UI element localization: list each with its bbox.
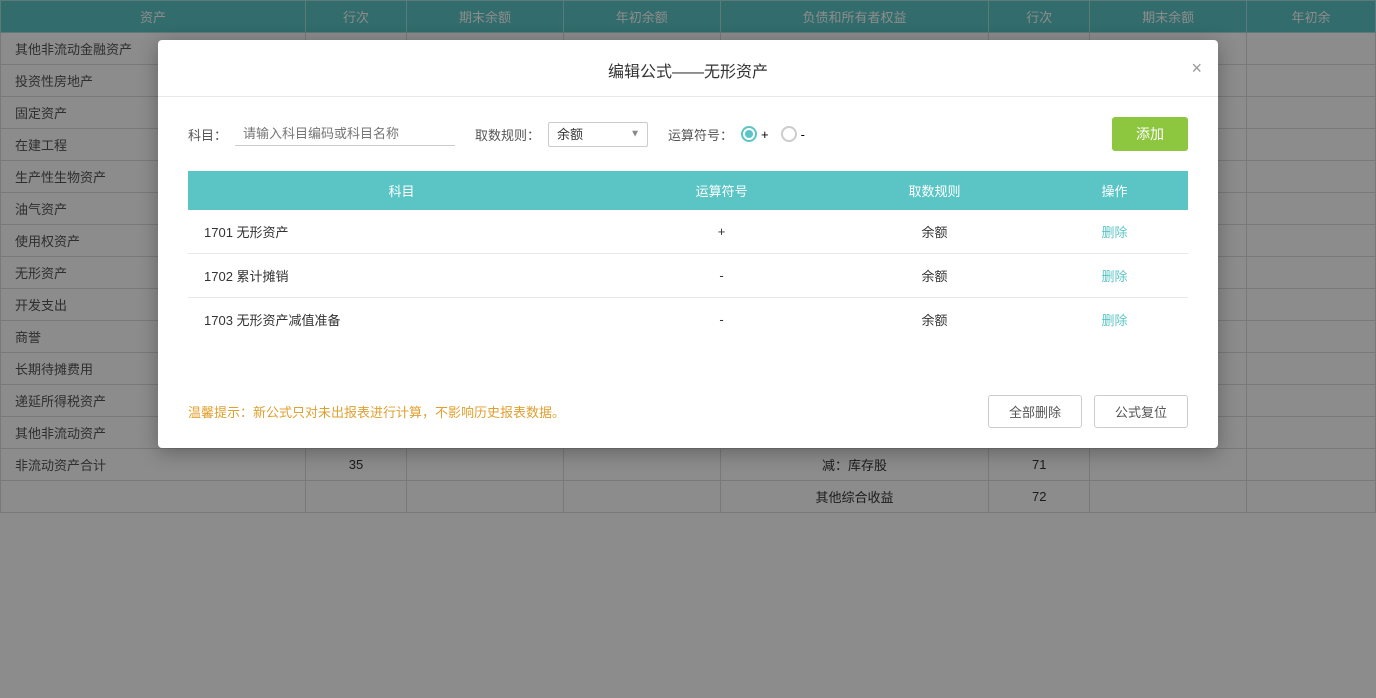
delete-link[interactable]: 删除 <box>1101 225 1127 240</box>
formula-operator: - <box>615 254 828 298</box>
formula-operator: - <box>615 298 828 342</box>
formula-subject: 1701 无形资产 <box>188 210 615 254</box>
formula-row: 1703 无形资产减值准备 - 余额 删除 <box>188 298 1188 342</box>
operator-group: 运算符号： + - <box>668 125 805 144</box>
rule-group: 取数规则： 余额 借方发生额 贷方发生额 ▼ <box>475 122 648 147</box>
radio-plus-indicator <box>741 126 757 142</box>
subject-input[interactable] <box>235 122 455 146</box>
formula-action: 删除 <box>1041 210 1188 254</box>
operator-label: 运算符号： <box>668 125 733 144</box>
modal-header: 编辑公式——无形资产 × <box>158 40 1218 97</box>
th-action: 操作 <box>1041 171 1188 210</box>
delete-link[interactable]: 删除 <box>1101 269 1127 284</box>
formula-action: 删除 <box>1041 298 1188 342</box>
subject-group: 科目： <box>188 122 455 146</box>
modal-title: 编辑公式——无形资产 <box>608 64 768 81</box>
delete-link[interactable]: 删除 <box>1101 313 1127 328</box>
modal-body: 科目： 取数规则： 余额 借方发生额 贷方发生额 ▼ <box>158 97 1218 381</box>
radio-plus-label: + <box>761 127 769 142</box>
rule-select-wrapper: 余额 借方发生额 贷方发生额 ▼ <box>548 122 648 147</box>
radio-minus[interactable]: - <box>781 126 805 142</box>
radio-minus-label: - <box>801 127 805 142</box>
table-header-row: 科目 运算符号 取数规则 操作 <box>188 171 1188 210</box>
formula-table: 科目 运算符号 取数规则 操作 1701 无形资产 + 余额 删除 1702 累… <box>188 171 1188 341</box>
operator-radio-group: + - <box>741 126 805 142</box>
modal-footer: 温馨提示：新公式只对未出报表进行计算，不影响历史报表数据。 全部删除 公式复位 <box>158 381 1218 448</box>
edit-formula-modal: 编辑公式——无形资产 × 科目： 取数规则： 余额 借方发生额 <box>158 40 1218 448</box>
th-rule: 取数规则 <box>828 171 1041 210</box>
footer-buttons: 全部删除 公式复位 <box>988 395 1188 428</box>
add-button[interactable]: 添加 <box>1112 117 1188 151</box>
formula-subject: 1702 累计摊销 <box>188 254 615 298</box>
formula-operator: + <box>615 210 828 254</box>
formula-row: 1701 无形资产 + 余额 删除 <box>188 210 1188 254</box>
hint-text: 温馨提示：新公式只对未出报表进行计算，不影响历史报表数据。 <box>188 402 565 421</box>
rule-select[interactable]: 余额 借方发生额 贷方发生额 <box>548 122 648 147</box>
formula-rule: 余额 <box>828 254 1041 298</box>
subject-label: 科目： <box>188 125 227 144</box>
formula-row: 1702 累计摊销 - 余额 删除 <box>188 254 1188 298</box>
form-row: 科目： 取数规则： 余额 借方发生额 贷方发生额 ▼ <box>188 117 1188 151</box>
rule-label: 取数规则： <box>475 125 540 144</box>
modal-close-button[interactable]: × <box>1191 59 1202 77</box>
th-subject: 科目 <box>188 171 615 210</box>
reset-formula-button[interactable]: 公式复位 <box>1094 395 1188 428</box>
formula-subject: 1703 无形资产减值准备 <box>188 298 615 342</box>
delete-all-button[interactable]: 全部删除 <box>988 395 1082 428</box>
th-operator: 运算符号 <box>615 171 828 210</box>
formula-rule: 余额 <box>828 210 1041 254</box>
radio-plus[interactable]: + <box>741 126 769 142</box>
radio-minus-indicator <box>781 126 797 142</box>
formula-rule: 余额 <box>828 298 1041 342</box>
modal-overlay: 编辑公式——无形资产 × 科目： 取数规则： 余额 借方发生额 <box>0 0 1376 698</box>
formula-action: 删除 <box>1041 254 1188 298</box>
